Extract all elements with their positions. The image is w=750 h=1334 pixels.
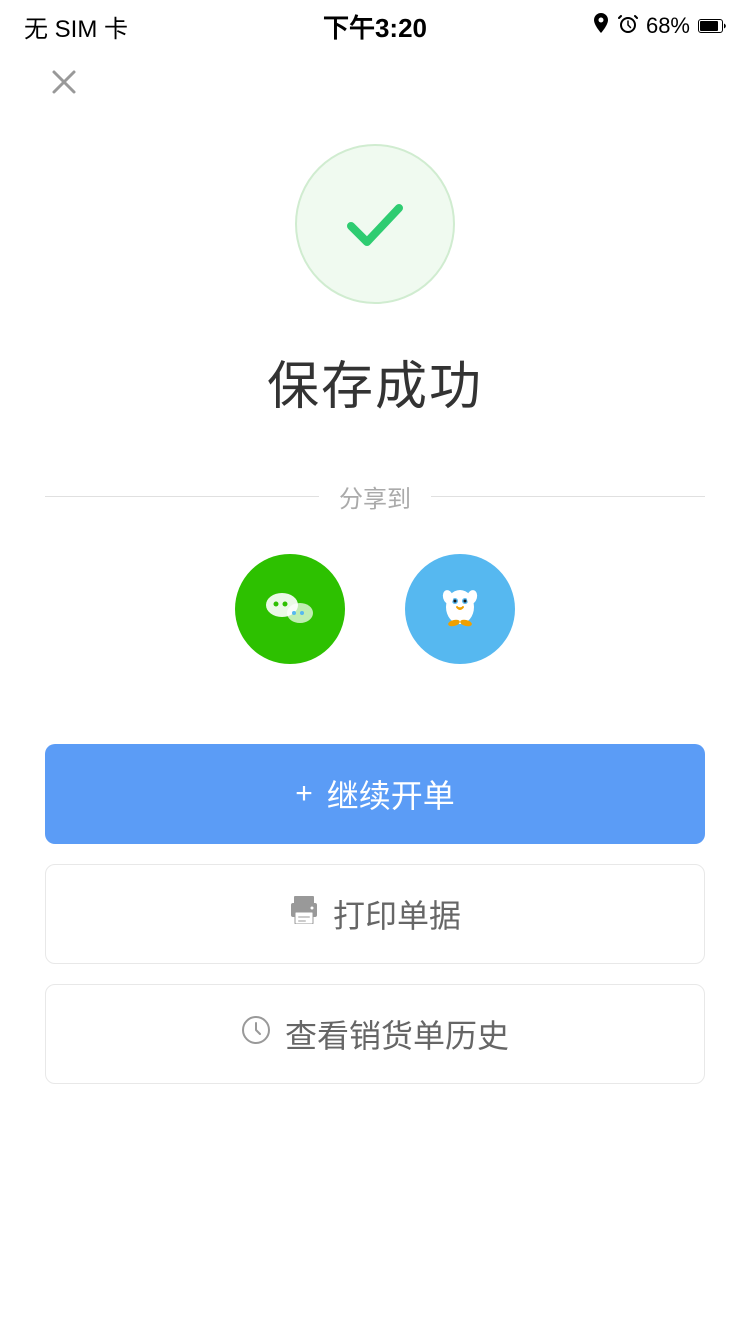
continue-label: 继续开单 [327, 771, 455, 817]
status-time: 下午3:20 [323, 8, 427, 45]
continue-button[interactable]: + 继续开单 [45, 744, 705, 844]
share-line-right [431, 496, 705, 497]
check-icon [335, 184, 415, 264]
printer-icon [289, 896, 319, 932]
share-qq-button[interactable] [405, 554, 515, 664]
battery-text: 68% [646, 13, 690, 39]
status-right: 68% [592, 12, 726, 40]
close-button[interactable] [40, 58, 88, 106]
battery-icon [698, 13, 726, 39]
main-content: 保存成功 分享到 [0, 44, 750, 1104]
history-button[interactable]: 查看销货单历史 [45, 984, 705, 1084]
status-bar: 无 SIM 卡 下午3:20 68% [0, 0, 750, 44]
qq-icon [428, 577, 492, 641]
success-text: 保存成功 [267, 344, 483, 419]
share-line-left [45, 496, 319, 497]
plus-icon: + [295, 777, 313, 811]
print-label: 打印单据 [333, 891, 461, 937]
share-divider: 分享到 [45, 479, 705, 514]
location-icon [592, 12, 610, 40]
action-buttons: + 继续开单 打印单据 [45, 744, 705, 1104]
print-button[interactable]: 打印单据 [45, 864, 705, 964]
wechat-icon [258, 577, 322, 641]
status-left: 无 SIM 卡 [24, 9, 136, 44]
share-icons [235, 554, 515, 664]
share-label: 分享到 [339, 479, 411, 514]
clock-icon [241, 1015, 271, 1053]
no-sim-label: 无 SIM 卡 [24, 9, 128, 44]
history-label: 查看销货单历史 [285, 1011, 509, 1057]
share-wechat-button[interactable] [235, 554, 345, 664]
alarm-icon [618, 12, 638, 40]
success-circle [295, 144, 455, 304]
